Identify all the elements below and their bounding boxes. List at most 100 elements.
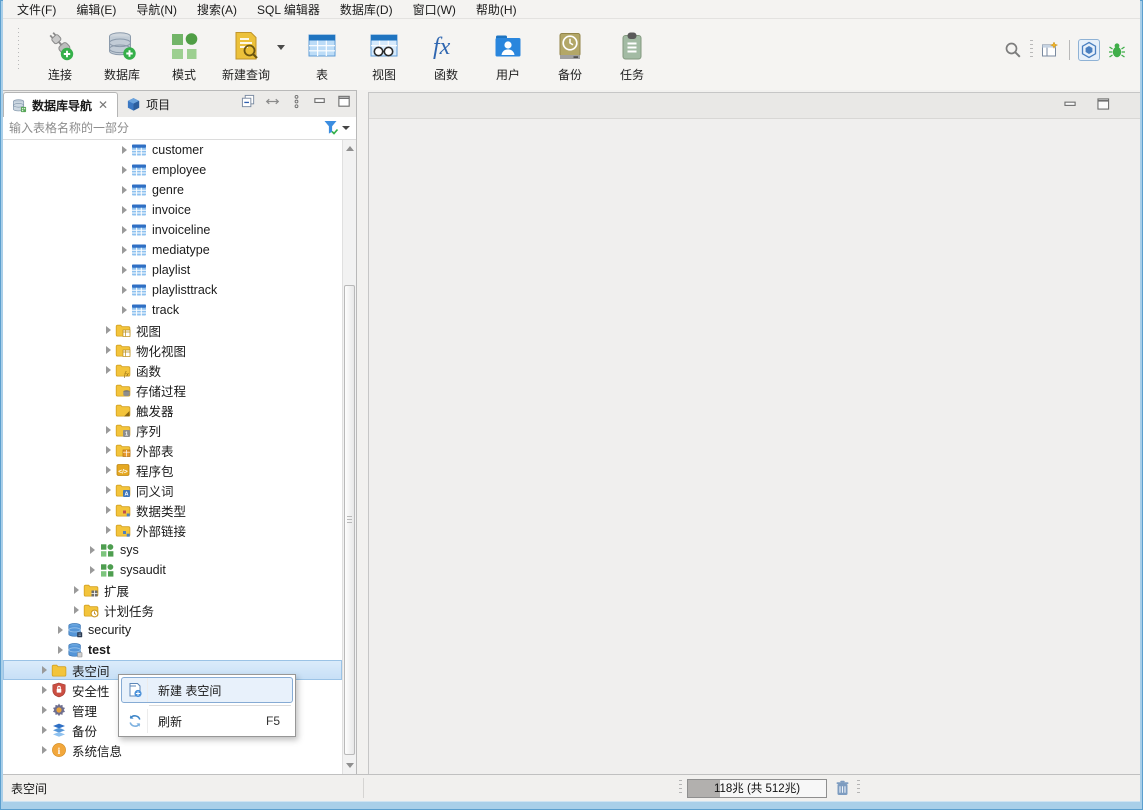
toolbar-button[interactable]: 表 (291, 24, 353, 86)
expand-arrow-icon[interactable] (101, 506, 115, 514)
table-name-filter-input[interactable] (3, 117, 323, 139)
view-menu-icon[interactable] (289, 94, 304, 109)
tree-item-invoice[interactable]: invoice (3, 200, 342, 220)
expand-arrow-icon[interactable] (101, 346, 115, 354)
tree-item-invoiceline[interactable]: invoiceline (3, 220, 342, 240)
scroll-down-button[interactable] (343, 758, 356, 773)
panel-tab[interactable]: 项目 (118, 92, 178, 117)
tree-item-employee[interactable]: employee (3, 160, 342, 180)
context-menu-item[interactable]: 新建 表空间 (121, 677, 293, 703)
expand-arrow-icon[interactable] (37, 706, 51, 714)
tree-item-sys[interactable]: sys (3, 540, 342, 560)
toolbar-button[interactable]: 任务 (601, 24, 663, 86)
toolbar-button[interactable]: 视图 (353, 24, 415, 86)
menu-item[interactable]: 窗口(W) (405, 0, 464, 20)
tree-item-触发器[interactable]: 触发器 (3, 400, 342, 420)
tree-item-security[interactable]: security (3, 620, 342, 640)
toolbar-button[interactable]: 数据库 (91, 24, 153, 86)
tree-item-genre[interactable]: genre (3, 180, 342, 200)
memory-drag-handle[interactable] (679, 780, 682, 796)
expand-arrow-icon[interactable] (117, 226, 131, 234)
expand-arrow-icon[interactable] (117, 206, 131, 214)
expand-arrow-icon[interactable] (101, 426, 115, 434)
menu-item[interactable]: 编辑(E) (68, 0, 124, 20)
toolbar-drag-handle[interactable] (17, 27, 21, 72)
menu-item[interactable]: 搜索(A) (189, 0, 245, 20)
expand-arrow-icon[interactable] (117, 166, 131, 174)
toolbar-button[interactable]: 备份 (539, 24, 601, 86)
tree-item-同义词[interactable]: A 同义词 (3, 480, 342, 500)
expand-arrow-icon[interactable] (85, 566, 99, 574)
editor-minimize-icon[interactable] (1064, 98, 1077, 113)
panel-sash[interactable] (357, 90, 368, 774)
toolbar-drag-handle[interactable] (1030, 39, 1033, 60)
expand-arrow-icon[interactable] (101, 366, 115, 374)
garbage-collect-trash-icon[interactable] (832, 778, 852, 798)
tree-scrollbar[interactable] (342, 140, 356, 774)
expand-arrow-icon[interactable] (37, 746, 51, 754)
toolbar-button[interactable]: 用户 (477, 24, 539, 86)
expand-arrow-icon[interactable] (101, 326, 115, 334)
toolbar-button[interactable]: 新建查询 (215, 24, 277, 86)
tree-item-系统信息[interactable]: i 系统信息 (3, 740, 342, 760)
menu-item[interactable]: 导航(N) (128, 0, 185, 20)
expand-arrow-icon[interactable] (85, 546, 99, 554)
expand-arrow-icon[interactable] (117, 266, 131, 274)
toolbar-button[interactable]: 连接 (29, 24, 91, 86)
tree-item-视图[interactable]: 视图 (3, 320, 342, 340)
scrollbar-thumb[interactable] (344, 285, 355, 755)
filter-dropdown-caret-icon[interactable] (342, 126, 350, 130)
tree-item-外部链接[interactable]: 外部链接 (3, 520, 342, 540)
menu-item[interactable]: 帮助(H) (468, 0, 525, 20)
tree-item-test[interactable]: test (3, 640, 342, 660)
tree-item-mediatype[interactable]: mediatype (3, 240, 342, 260)
expand-arrow-icon[interactable] (53, 646, 67, 654)
expand-arrow-icon[interactable] (101, 446, 115, 454)
tree-item-物化视图[interactable]: 物化视图 (3, 340, 342, 360)
expand-arrow-icon[interactable] (37, 686, 51, 694)
tree-item-sysaudit[interactable]: sysaudit (3, 560, 342, 580)
menu-item[interactable]: 文件(F) (9, 0, 64, 20)
expand-arrow-icon[interactable] (117, 186, 131, 194)
expand-arrow-icon[interactable] (117, 246, 131, 254)
tree-item-数据类型[interactable]: 数据类型 (3, 500, 342, 520)
collapse-all-icon[interactable] (241, 94, 256, 109)
link-editor-icon[interactable] (265, 94, 280, 109)
context-menu-item[interactable]: 刷新 F5 (121, 708, 293, 734)
expand-arrow-icon[interactable] (53, 626, 67, 634)
menu-item[interactable]: SQL 编辑器 (249, 0, 328, 20)
tree-item-customer[interactable]: customer (3, 140, 342, 160)
tree-item-扩展[interactable]: 扩展 (3, 580, 342, 600)
toolbar-button[interactable]: 模式 (153, 24, 215, 86)
open-perspective-icon[interactable] (1039, 39, 1061, 61)
expand-arrow-icon[interactable] (37, 726, 51, 734)
menu-item[interactable]: 数据库(D) (332, 0, 401, 20)
maximize-icon[interactable] (337, 94, 352, 109)
heap-memory-gauge[interactable]: 118兆 (共 512兆) (687, 778, 827, 798)
tree-item-序列[interactable]: 1 序列 (3, 420, 342, 440)
tree-item-playlist[interactable]: playlist (3, 260, 342, 280)
panel-tab[interactable]: 数据库导航 ✕ (3, 92, 119, 117)
expand-arrow-icon[interactable] (101, 466, 115, 474)
expand-arrow-icon[interactable] (37, 666, 51, 674)
editor-maximize-icon[interactable] (1097, 98, 1110, 113)
expand-arrow-icon[interactable] (101, 486, 115, 494)
scroll-up-button[interactable] (343, 141, 356, 156)
tab-close-icon[interactable]: ✕ (97, 98, 109, 112)
expand-arrow-icon[interactable] (117, 306, 131, 314)
minimize-icon[interactable] (313, 94, 328, 109)
expand-arrow-icon[interactable] (101, 526, 115, 534)
memory-drag-handle-right[interactable] (857, 780, 860, 796)
new-query-dropdown-caret-icon[interactable] (277, 45, 286, 50)
tree-item-playlisttrack[interactable]: playlisttrack (3, 280, 342, 300)
toolbar-button[interactable]: fx 函数 (415, 24, 477, 86)
tree-item-track[interactable]: track (3, 300, 342, 320)
filter-funnel-icon[interactable] (323, 119, 339, 138)
expand-arrow-icon[interactable] (69, 586, 83, 594)
tree-item-存储过程[interactable]: 存储过程 (3, 380, 342, 400)
expand-arrow-icon[interactable] (117, 146, 131, 154)
expand-arrow-icon[interactable] (117, 286, 131, 294)
tree-item-程序包[interactable]: </> 程序包 (3, 460, 342, 480)
search-icon[interactable] (1002, 39, 1024, 61)
tree-item-计划任务[interactable]: 计划任务 (3, 600, 342, 620)
